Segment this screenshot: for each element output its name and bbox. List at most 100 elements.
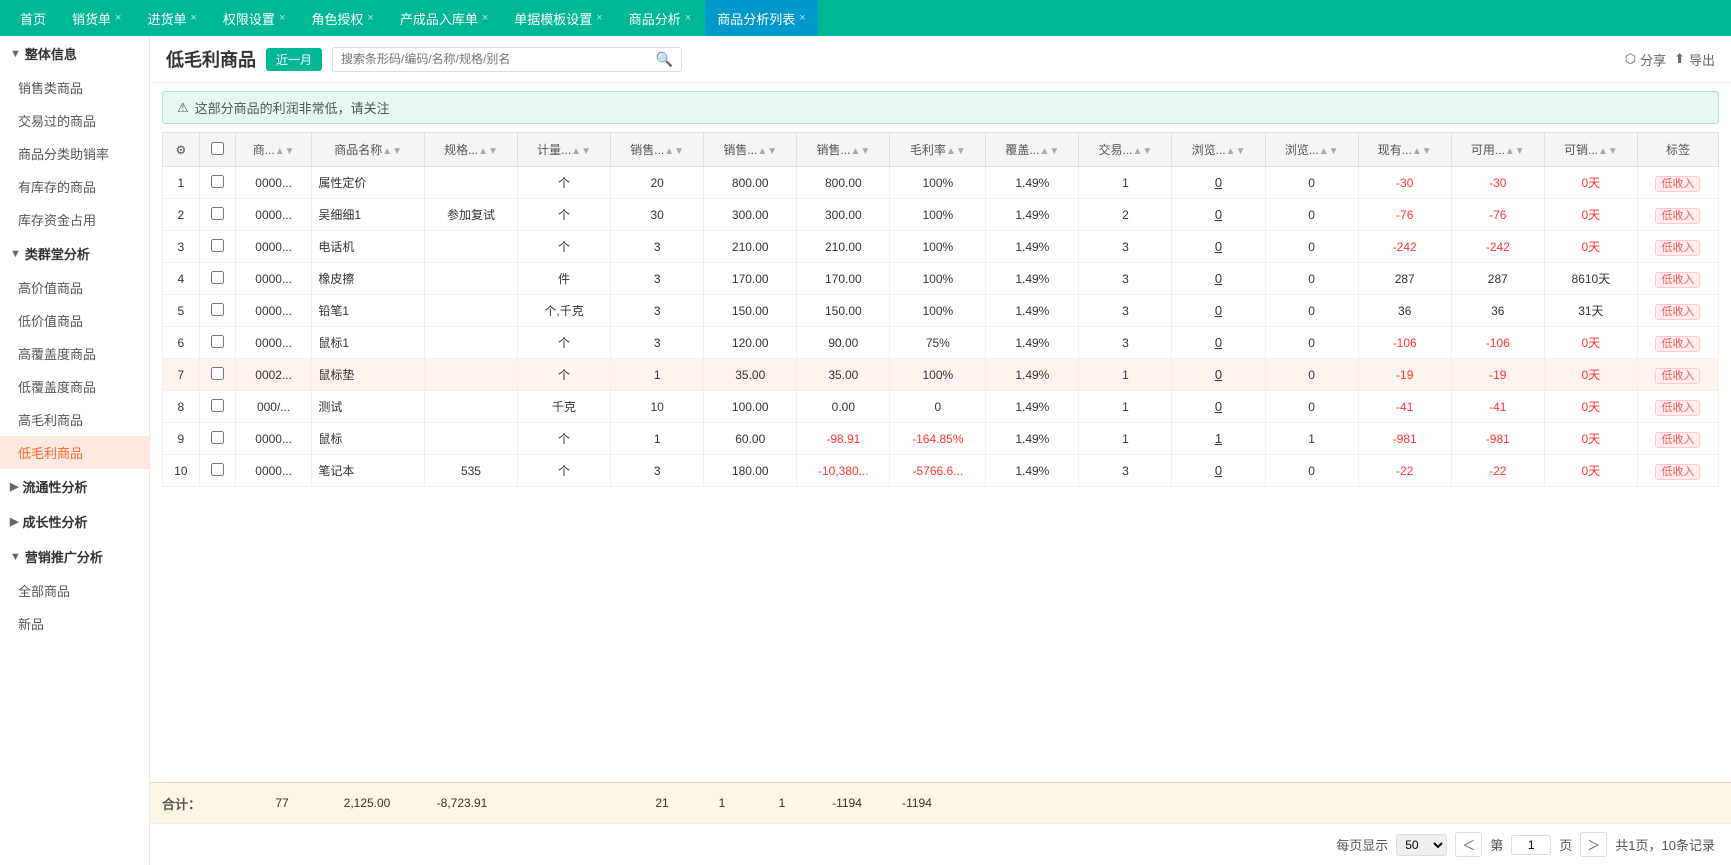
- col-sell-days[interactable]: 可销...▲▼: [1544, 133, 1637, 167]
- browse-cnt-link[interactable]: 0: [1215, 463, 1222, 478]
- table-wrapper[interactable]: ⚙ 商...▲▼ 商品名称▲▼ 规格...▲▼ 计量...▲▼ 销售...▲▼ …: [150, 132, 1731, 782]
- page-input[interactable]: [1511, 835, 1551, 855]
- row-checkbox[interactable]: [199, 199, 235, 231]
- row-browse-cnt[interactable]: 0: [1172, 327, 1265, 359]
- nav-item-商品分析列表[interactable]: 商品分析列表 ×: [705, 0, 817, 36]
- col-sales-amt[interactable]: 销售...▲▼: [704, 133, 797, 167]
- col-coverage[interactable]: 覆盖...▲▼: [986, 133, 1079, 167]
- nav-item-角色授权[interactable]: 角色授权 ×: [299, 0, 385, 36]
- next-page-button[interactable]: ＞: [1580, 832, 1607, 857]
- col-name[interactable]: 商品名称▲▼: [312, 133, 425, 167]
- row-checkbox[interactable]: [199, 295, 235, 327]
- row-browse-cnt[interactable]: 0: [1172, 199, 1265, 231]
- col-trade-cnt[interactable]: 交易...▲▼: [1079, 133, 1172, 167]
- sidebar-item-全部商品[interactable]: 全部商品: [0, 574, 149, 607]
- nav-close-商品分析列表[interactable]: ×: [799, 12, 805, 24]
- nav-close-商品分析[interactable]: ×: [685, 12, 691, 24]
- row-checkbox[interactable]: [199, 231, 235, 263]
- row-select-checkbox[interactable]: [211, 239, 224, 252]
- nav-close-单据模板设置[interactable]: ×: [596, 12, 602, 24]
- nav-item-商品分析[interactable]: 商品分析 ×: [617, 0, 703, 36]
- col-avail-stock[interactable]: 可用...▲▼: [1451, 133, 1544, 167]
- browse-cnt-link[interactable]: 1: [1215, 431, 1222, 446]
- nav-item-单据模板设置[interactable]: 单据模板设置 ×: [502, 0, 614, 36]
- per-page-select[interactable]: 50 100 200: [1396, 834, 1447, 856]
- nav-close-产成品入库单[interactable]: ×: [482, 12, 488, 24]
- col-gross-rate[interactable]: 毛利率▲▼: [890, 133, 986, 167]
- sidebar-group-整体信息[interactable]: ▼ 整体信息: [0, 36, 149, 71]
- nav-item-首页[interactable]: 首页: [8, 0, 58, 36]
- row-select-checkbox[interactable]: [211, 335, 224, 348]
- browse-cnt-link[interactable]: 0: [1215, 367, 1222, 382]
- share-button[interactable]: ⬡ 分享: [1625, 50, 1666, 69]
- nav-close-角色授权[interactable]: ×: [367, 12, 373, 24]
- sidebar-item-高价值商品[interactable]: 高价值商品: [0, 271, 149, 304]
- row-browse-cnt[interactable]: 0: [1172, 455, 1265, 487]
- row-select-checkbox[interactable]: [211, 399, 224, 412]
- browse-cnt-link[interactable]: 0: [1215, 303, 1222, 318]
- sidebar-group-成长性分析[interactable]: ▶ 成长性分析: [0, 504, 149, 539]
- browse-cnt-link[interactable]: 0: [1215, 399, 1222, 414]
- prev-page-button[interactable]: ＜: [1455, 832, 1482, 857]
- row-checkbox[interactable]: [199, 359, 235, 391]
- col-settings[interactable]: ⚙: [163, 133, 200, 167]
- row-select-checkbox[interactable]: [211, 303, 224, 316]
- col-code[interactable]: 商...▲▼: [235, 133, 311, 167]
- col-browse-cnt[interactable]: 浏览...▲▼: [1172, 133, 1265, 167]
- browse-cnt-link[interactable]: 0: [1215, 175, 1222, 190]
- col-unit[interactable]: 计量...▲▼: [518, 133, 611, 167]
- col-sales-profit[interactable]: 销售...▲▼: [797, 133, 890, 167]
- period-button[interactable]: 近一月: [266, 48, 322, 71]
- row-select-checkbox[interactable]: [211, 367, 224, 380]
- sidebar-item-商品分类助销率[interactable]: 商品分类助销率: [0, 137, 149, 170]
- sidebar-item-库存资金占用[interactable]: 库存资金占用: [0, 203, 149, 236]
- nav-item-产成品入库单[interactable]: 产成品入库单 ×: [388, 0, 500, 36]
- row-browse-cnt[interactable]: 1: [1172, 423, 1265, 455]
- row-browse-cnt[interactable]: 0: [1172, 231, 1265, 263]
- sidebar-group-类群堂分析[interactable]: ▼ 类群堂分析: [0, 236, 149, 271]
- row-select-checkbox[interactable]: [211, 271, 224, 284]
- row-select-checkbox[interactable]: [211, 431, 224, 444]
- browse-cnt-link[interactable]: 0: [1215, 207, 1222, 222]
- col-spec[interactable]: 规格...▲▼: [424, 133, 517, 167]
- sidebar-item-低毛利商品[interactable]: 低毛利商品: [0, 436, 149, 469]
- export-button[interactable]: ⬆ 导出: [1674, 50, 1715, 69]
- nav-close-权限设置[interactable]: ×: [279, 12, 285, 24]
- nav-item-权限设置[interactable]: 权限设置 ×: [211, 0, 297, 36]
- row-checkbox[interactable]: [199, 327, 235, 359]
- sidebar-item-高毛利商品[interactable]: 高毛利商品: [0, 403, 149, 436]
- sidebar-item-有库存的商品[interactable]: 有库存的商品: [0, 170, 149, 203]
- col-sales-qty[interactable]: 销售...▲▼: [611, 133, 704, 167]
- row-checkbox[interactable]: [199, 455, 235, 487]
- row-select-checkbox[interactable]: [211, 207, 224, 220]
- nav-close-进货单[interactable]: ×: [190, 12, 196, 24]
- row-checkbox[interactable]: [199, 263, 235, 295]
- browse-cnt-link[interactable]: 0: [1215, 335, 1222, 350]
- row-browse-cnt[interactable]: 0: [1172, 391, 1265, 423]
- row-select-checkbox[interactable]: [211, 463, 224, 476]
- browse-cnt-link[interactable]: 0: [1215, 239, 1222, 254]
- browse-cnt-link[interactable]: 0: [1215, 271, 1222, 286]
- nav-item-销货单[interactable]: 销货单 ×: [60, 0, 133, 36]
- sidebar-item-销售类商品[interactable]: 销售类商品: [0, 71, 149, 104]
- nav-close-销货单[interactable]: ×: [115, 12, 121, 24]
- sidebar-item-低覆盖度商品[interactable]: 低覆盖度商品: [0, 370, 149, 403]
- col-browse-conv[interactable]: 浏览...▲▼: [1265, 133, 1358, 167]
- col-checkbox[interactable]: [199, 133, 235, 167]
- row-browse-cnt[interactable]: 0: [1172, 359, 1265, 391]
- nav-item-进货单[interactable]: 进货单 ×: [135, 0, 208, 36]
- row-browse-cnt[interactable]: 0: [1172, 263, 1265, 295]
- col-tag[interactable]: 标签: [1637, 133, 1718, 167]
- row-checkbox[interactable]: [199, 391, 235, 423]
- sidebar-item-交易过的商品[interactable]: 交易过的商品: [0, 104, 149, 137]
- sidebar-group-营销推广分析[interactable]: ▼ 营销推广分析: [0, 539, 149, 574]
- select-all-checkbox[interactable]: [211, 142, 224, 155]
- search-input[interactable]: [341, 52, 656, 66]
- row-browse-cnt[interactable]: 0: [1172, 295, 1265, 327]
- sidebar-group-流通性分析[interactable]: ▶ 流通性分析: [0, 469, 149, 504]
- row-checkbox[interactable]: [199, 167, 235, 199]
- sidebar-item-低价值商品[interactable]: 低价值商品: [0, 304, 149, 337]
- row-checkbox[interactable]: [199, 423, 235, 455]
- row-select-checkbox[interactable]: [211, 175, 224, 188]
- col-cur-stock[interactable]: 现有...▲▼: [1358, 133, 1451, 167]
